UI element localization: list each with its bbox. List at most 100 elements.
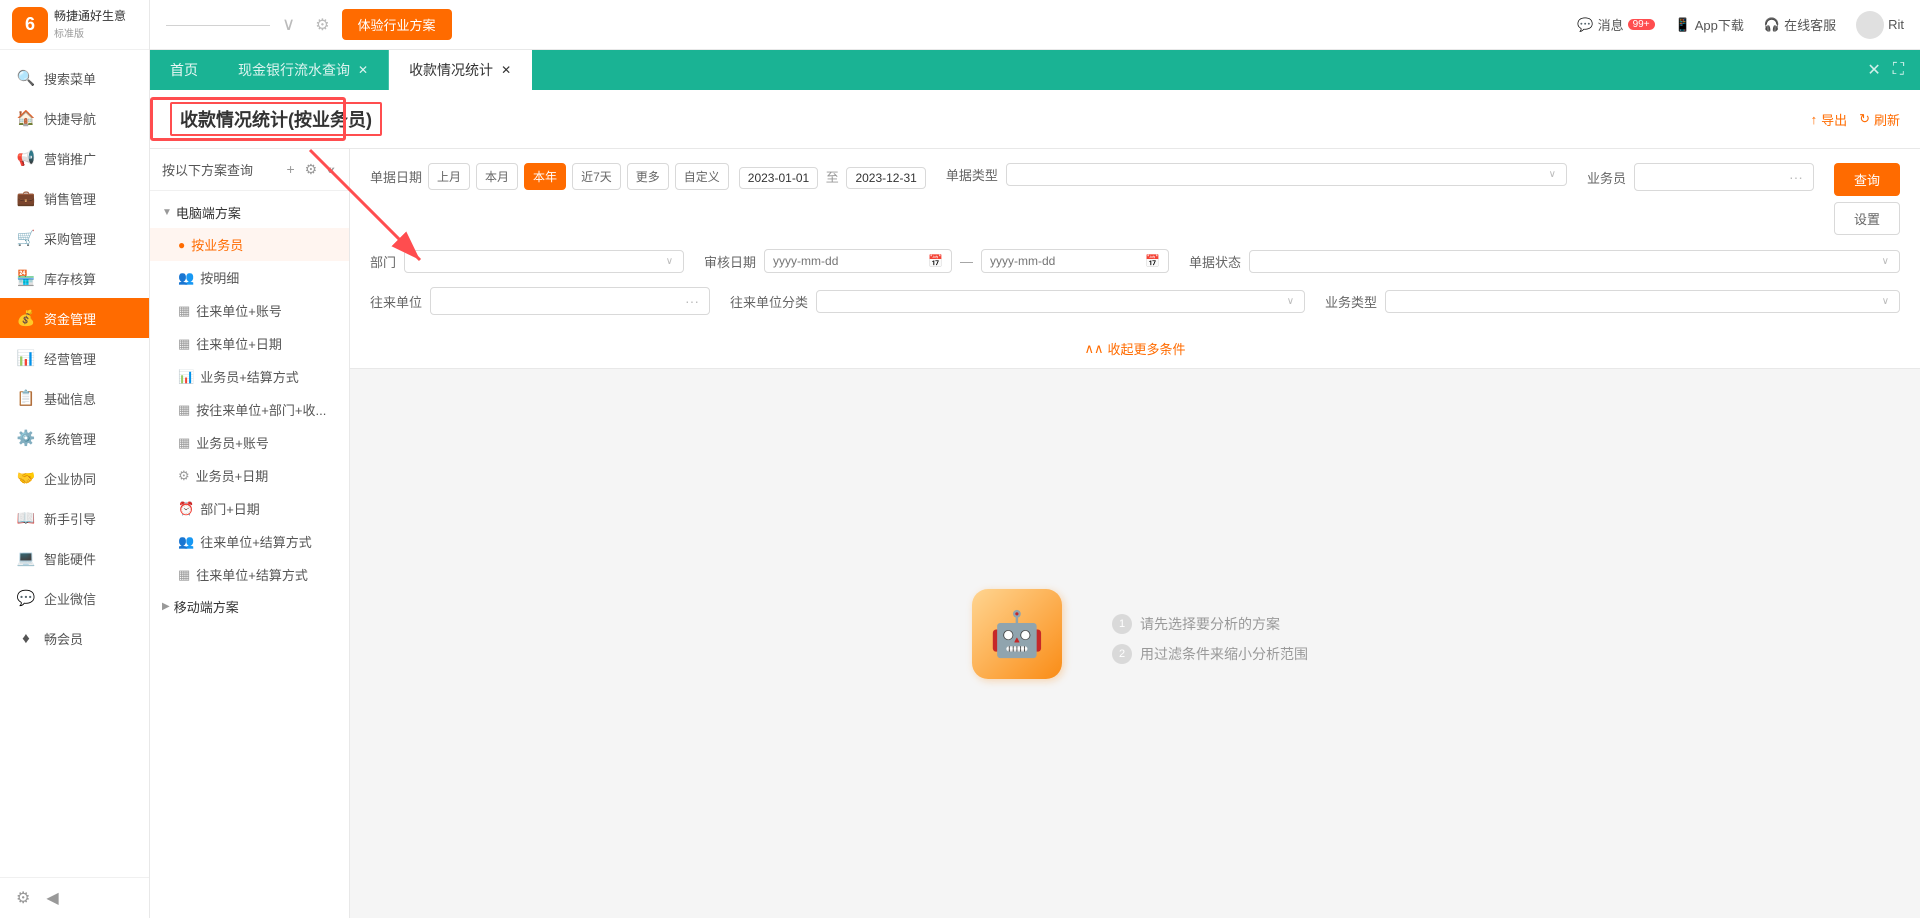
tab-bar-right: ✕ ⛶ [1863, 56, 1920, 84]
sidebar-item-marketing[interactable]: 📢 营销推广 [0, 138, 149, 178]
doc-type-input[interactable]: ∨ [1006, 163, 1567, 186]
date-btn-custom[interactable]: 自定义 [675, 163, 729, 190]
biz-type-input[interactable]: ∨ [1385, 290, 1900, 313]
sidebar-item-member[interactable]: ♦ 畅会员 [0, 618, 149, 658]
review-date-to-input[interactable] [990, 254, 1145, 268]
query-button[interactable]: 查询 [1834, 163, 1900, 196]
scheme-settings-btn[interactable]: ⚙ [303, 159, 320, 180]
review-date-to[interactable]: 📅 [981, 249, 1169, 273]
date-btn-this-month[interactable]: 本月 [476, 163, 518, 190]
doc-type-dropdown-icon: ∨ [1549, 169, 1556, 180]
counterpart-filter: 往来单位 ··· [370, 287, 710, 315]
collapse-icon: ∧∧ [1084, 341, 1103, 357]
tab-bank-flow-close[interactable]: ✕ [358, 63, 368, 77]
dept-input[interactable]: ∨ [404, 250, 684, 273]
tree-item-detail[interactable]: 👥 按明细 [150, 261, 349, 294]
member-icon: ♦ [16, 628, 36, 648]
sidebar-nav: 🔍 搜索菜单 🏠 快捷导航 📢 营销推广 💼 销售管理 🛒 采购管理 🏪 库存核… [0, 50, 149, 877]
tree-item-staff-settlement[interactable]: 📊 业务员+结算方式 [150, 360, 349, 393]
review-date-from[interactable]: 📅 [764, 249, 952, 273]
dept-filter: 部门 ∨ [370, 250, 684, 273]
doc-status-label: 单据状态 [1189, 252, 1241, 271]
counterpart-input[interactable]: ··· [430, 287, 710, 315]
tree-item-dept-date[interactable]: ⏰ 部门+日期 [150, 492, 349, 525]
review-date-from-input[interactable] [773, 254, 928, 268]
settings-button[interactable]: 设置 [1834, 202, 1900, 235]
tree-item-counterpart-settlement1[interactable]: 👥 往来单位+结算方式 [150, 525, 349, 558]
filter-row-2: 部门 ∨ 审核日期 📅 — [370, 249, 1900, 273]
date-from-display: 2023-01-01 至 2023-12-31 [739, 167, 926, 186]
tree-item-counterpart-settlement2[interactable]: ▦ 往来单位+结算方式 [150, 558, 349, 591]
tree-group-mobile[interactable]: ▶ 移动端方案 [150, 591, 349, 622]
tab-receipt-stats-close[interactable]: ✕ [501, 63, 511, 77]
app-download-item[interactable]: 📱 App下载 [1675, 15, 1744, 34]
export-button[interactable]: ↑ 导出 [1811, 110, 1848, 129]
user-avatar-item[interactable]: Rit [1856, 11, 1904, 39]
app-badge: 标准版 [54, 25, 126, 40]
staff-input[interactable]: ··· [1634, 163, 1814, 191]
tree-item-by-staff[interactable]: ● 按业务员 [150, 228, 349, 261]
date-btn-this-year[interactable]: 本年 [524, 163, 566, 190]
table-icon-1: ▦ [178, 303, 190, 319]
tab-home[interactable]: 首页 [150, 60, 218, 80]
tab-expand-btn[interactable]: ⛶ [1889, 57, 1908, 83]
tree-item-counterpart-date[interactable]: ▦ 往来单位+日期 [150, 327, 349, 360]
date-from-value: 2023-01-01 [739, 167, 818, 189]
sidebar-collapse-btn[interactable]: ◀ [46, 888, 58, 908]
chart-icon-1: 📊 [178, 369, 194, 385]
tree-item-counterpart-dept[interactable]: ▦ 按往来单位+部门+收... [150, 393, 349, 426]
review-date-label: 审核日期 [704, 252, 756, 271]
hint-step-2: 2 [1112, 644, 1132, 664]
counterpart-category-dropdown-icon: ∨ [1287, 296, 1294, 307]
refresh-button[interactable]: ↻ 刷新 [1859, 110, 1900, 129]
counterpart-category-input[interactable]: ∨ [816, 290, 1305, 313]
message-icon: 💬 [1577, 17, 1593, 33]
basic-icon: 📋 [16, 388, 36, 408]
tree-item-staff-date[interactable]: ⚙ 业务员+日期 [150, 459, 349, 492]
date-btn-last-month[interactable]: 上月 [428, 163, 470, 190]
sidebar-item-inventory[interactable]: 🏪 库存核算 [0, 258, 149, 298]
date-btn-7days[interactable]: 近7天 [572, 163, 621, 190]
tree-item-staff-account[interactable]: ▦ 业务员+账号 [150, 426, 349, 459]
sidebar-item-purchase[interactable]: 🛒 采购管理 [0, 218, 149, 258]
sidebar-item-operation[interactable]: 📊 经营管理 [0, 338, 149, 378]
sidebar-item-finance[interactable]: 💰 资金管理 [0, 298, 149, 338]
user-avatar [1856, 11, 1884, 39]
sidebar-item-sales[interactable]: 💼 销售管理 [0, 178, 149, 218]
tab-bar: 首页 现金银行流水查询 ✕ 收款情况统计 ✕ ✕ ⛶ [150, 50, 1920, 90]
sidebar-settings-btn[interactable]: ⚙ [16, 888, 30, 908]
counterpart-more-icon: ··· [685, 293, 699, 309]
message-item[interactable]: 💬 消息 99+ [1577, 15, 1654, 34]
sidebar-item-system[interactable]: ⚙️ 系统管理 [0, 418, 149, 458]
tree-group-desktop[interactable]: ▼ 电脑端方案 [150, 197, 349, 228]
doc-status-input[interactable]: ∨ [1249, 250, 1900, 273]
gear-settings-icon[interactable]: ⚙ [315, 15, 329, 35]
body-area: 按以下方案查询 + ⚙ « ▼ 电脑端方案 ● [150, 149, 1920, 918]
sidebar-item-quicknav[interactable]: 🏠 快捷导航 [0, 98, 149, 138]
operation-icon: 📊 [16, 348, 36, 368]
date-btn-more[interactable]: 更多 [627, 163, 669, 190]
sidebar-item-hardware[interactable]: 💻 智能硬件 [0, 538, 149, 578]
sidebar-item-guide[interactable]: 📖 新手引导 [0, 498, 149, 538]
tab-receipt-stats[interactable]: 收款情况统计 ✕ [389, 50, 532, 90]
counterpart-label: 往来单位 [370, 292, 422, 311]
empty-state-inner: 🤖 1 请先选择要分析的方案 2 用过滤条件来缩小分析范围 [962, 589, 1308, 699]
scheme-collapse-btn[interactable]: « [325, 159, 337, 180]
scheme-button[interactable]: 体验行业方案 [342, 9, 452, 40]
doc-type-label: 单据类型 [946, 165, 998, 184]
sidebar-item-enterprise[interactable]: 🤝 企业协同 [0, 458, 149, 498]
empty-state: 🤖 1 请先选择要分析的方案 2 用过滤条件来缩小分析范围 [962, 589, 1308, 699]
tab-close-all-btn[interactable]: ✕ [1863, 56, 1884, 84]
collapse-bar[interactable]: ∧∧ 收起更多条件 [350, 329, 1920, 369]
online-service-item[interactable]: 🎧 在线客服 [1764, 15, 1836, 34]
breadcrumb-dropdown-icon[interactable]: ∨ [282, 14, 295, 35]
hardware-icon: 💻 [16, 548, 36, 568]
tab-bank-flow[interactable]: 现金银行流水查询 ✕ [218, 50, 389, 90]
table-icon-3: ▦ [178, 402, 190, 418]
sidebar-item-basic[interactable]: 📋 基础信息 [0, 378, 149, 418]
tree-item-counterpart-account[interactable]: ▦ 往来单位+账号 [150, 294, 349, 327]
sidebar-item-wechat[interactable]: 💬 企业微信 [0, 578, 149, 618]
sidebar-item-search[interactable]: 🔍 搜索菜单 [0, 58, 149, 98]
dept-label: 部门 [370, 252, 396, 271]
scheme-add-btn[interactable]: + [284, 159, 296, 180]
